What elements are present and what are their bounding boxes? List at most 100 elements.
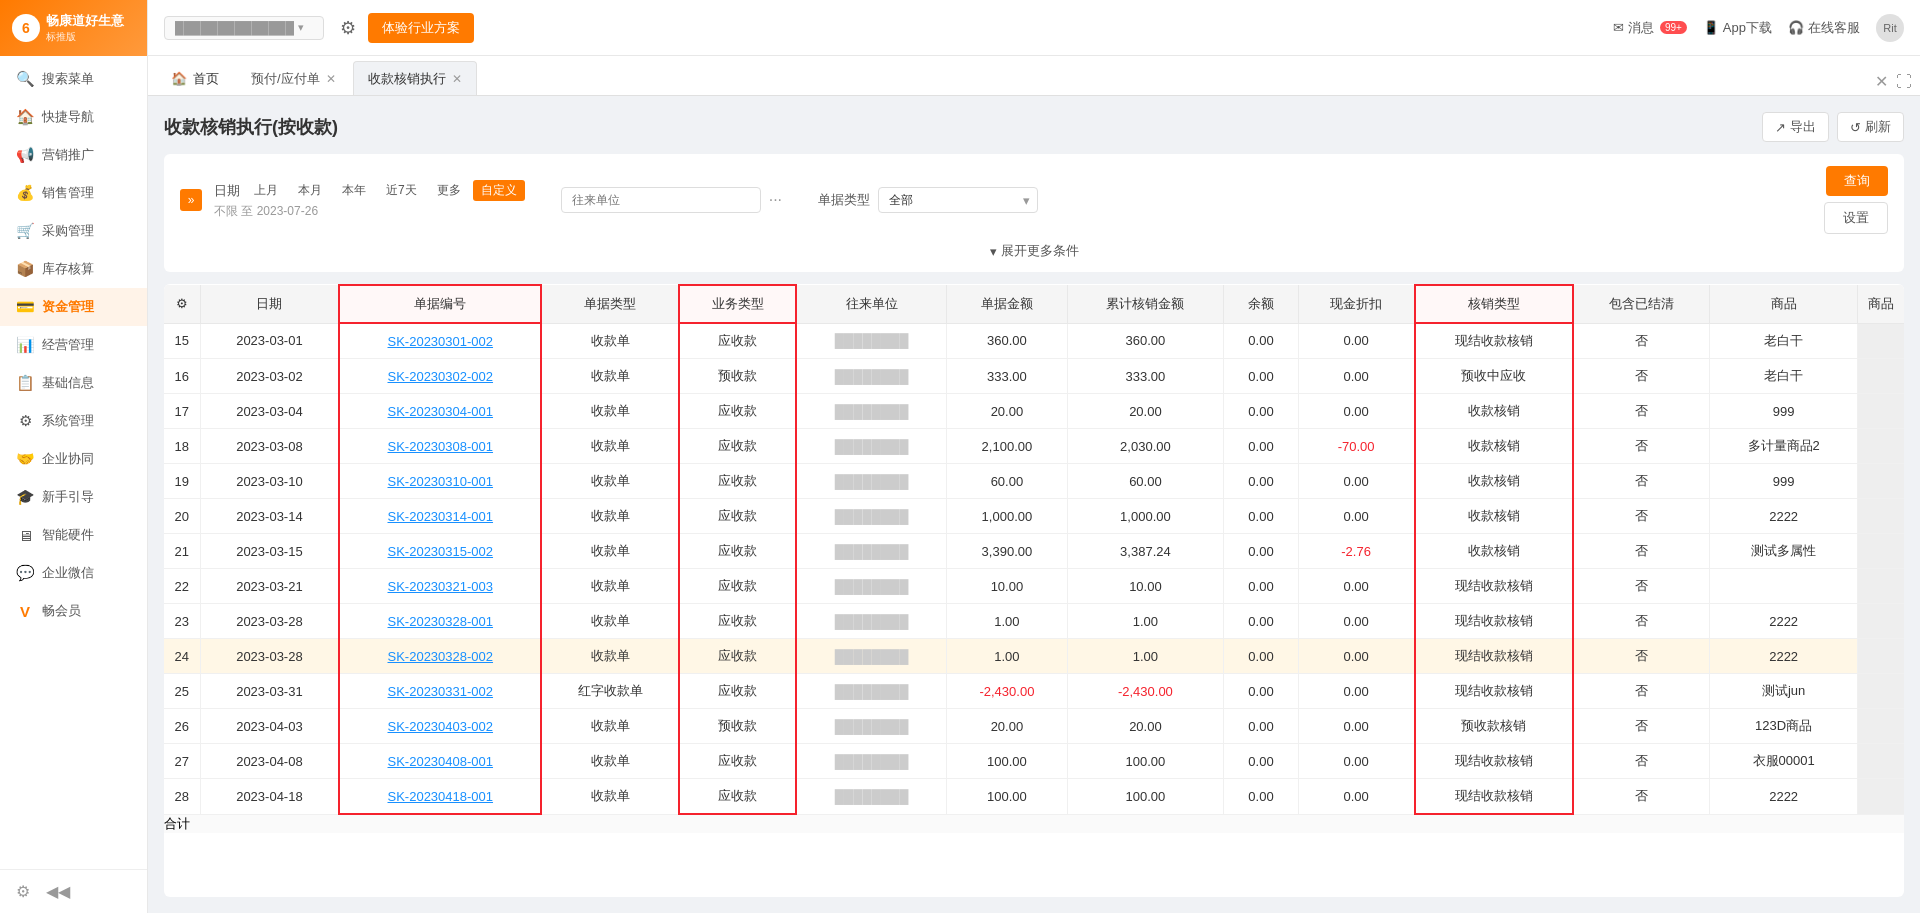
app-download-button[interactable]: 📱 App下载 — [1703, 19, 1772, 37]
cell-discount: 0.00 — [1298, 569, 1414, 604]
online-service-button[interactable]: 🎧 在线客服 — [1788, 19, 1860, 37]
sidebar-item-search[interactable]: 🔍 搜索菜单 — [0, 60, 147, 98]
cell-product2 — [1858, 323, 1905, 359]
table-row: 17 2023-03-04 SK-20230304-001 收款单 应收款 ██… — [164, 394, 1904, 429]
col-product2-header[interactable]: 商品 — [1858, 285, 1905, 323]
this-month-btn[interactable]: 本月 — [290, 180, 330, 201]
docno-link[interactable]: SK-20230315-002 — [388, 544, 494, 559]
collapse-icon[interactable]: ◀◀ — [46, 882, 70, 901]
sidebar-item-member[interactable]: V 畅会员 — [0, 592, 147, 630]
sidebar-item-purchase[interactable]: 🛒 采购管理 — [0, 212, 147, 250]
docno-link[interactable]: SK-20230308-001 — [388, 439, 494, 454]
user-avatar[interactable]: Rit — [1876, 14, 1904, 42]
col-doctype-header[interactable]: 单据类型 — [541, 285, 679, 323]
cell-product2 — [1858, 674, 1905, 709]
cell-docno: SK-20230328-001 — [339, 604, 541, 639]
custom-date-btn[interactable]: 自定义 — [473, 180, 525, 201]
sidebar-item-basic[interactable]: 📋 基础信息 — [0, 364, 147, 402]
docno-link[interactable]: SK-20230301-002 — [388, 334, 494, 349]
message-icon: ✉ — [1613, 20, 1624, 35]
col-settings-header[interactable]: ⚙ — [164, 285, 200, 323]
col-cleared-header[interactable]: 包含已结清 — [1573, 285, 1710, 323]
col-partner-header[interactable]: 往来单位 — [796, 285, 947, 323]
setting-button[interactable]: 设置 — [1824, 202, 1888, 234]
last-7days-btn[interactable]: 近7天 — [378, 180, 425, 201]
cell-amount: 100.00 — [947, 779, 1067, 815]
col-discount-header[interactable]: 现金折扣 — [1298, 285, 1414, 323]
table-row: 20 2023-03-14 SK-20230314-001 收款单 应收款 ██… — [164, 499, 1904, 534]
docno-link[interactable]: SK-20230328-001 — [388, 614, 494, 629]
tab-close-writeoff[interactable]: ✕ — [452, 73, 462, 85]
system-icon: ⚙ — [16, 412, 34, 430]
col-writeofftype-header[interactable]: 核销类型 — [1415, 285, 1573, 323]
messages-button[interactable]: ✉ 消息 99+ — [1613, 19, 1687, 37]
col-balance-header[interactable]: 余额 — [1224, 285, 1298, 323]
cell-docno: SK-20230328-002 — [339, 639, 541, 674]
docno-link[interactable]: SK-20230314-001 — [388, 509, 494, 524]
filter-toggle-button[interactable]: » — [180, 189, 202, 211]
sidebar-item-sales[interactable]: 💰 销售管理 — [0, 174, 147, 212]
sidebar-item-quicknav[interactable]: 🏠 快捷导航 — [0, 98, 147, 136]
docno-link[interactable]: SK-20230321-003 — [388, 579, 494, 594]
col-biztype-header[interactable]: 业务类型 — [679, 285, 796, 323]
docno-link[interactable]: SK-20230331-002 — [388, 684, 494, 699]
tab-prepay[interactable]: 预付/应付单 ✕ — [236, 61, 351, 95]
guide-icon: 🎓 — [16, 488, 34, 506]
cell-product1: 多计量商品2 — [1710, 429, 1858, 464]
sidebar-item-system[interactable]: ⚙ 系统管理 — [0, 402, 147, 440]
sidebar-item-guide[interactable]: 🎓 新手引导 — [0, 478, 147, 516]
doc-type-select[interactable]: 全部 收款单 — [878, 187, 1038, 213]
expand-more-button[interactable]: ▾ 展开更多条件 — [990, 242, 1079, 260]
docno-link[interactable]: SK-20230418-001 — [388, 789, 494, 804]
more-date-btn[interactable]: 更多 — [429, 180, 469, 201]
cell-doctype: 收款单 — [541, 499, 679, 534]
docno-link[interactable]: SK-20230408-001 — [388, 754, 494, 769]
date-filter: 日期 上月 本月 本年 近7天 更多 自定义 不限 至 2023-07-26 — [214, 180, 525, 220]
last-month-btn[interactable]: 上月 — [246, 180, 286, 201]
cell-product1: 老白干 — [1710, 323, 1858, 359]
cell-cleared: 否 — [1573, 359, 1710, 394]
settings-icon[interactable]: ⚙ — [340, 17, 356, 39]
sidebar-item-hardware[interactable]: 🖥 智能硬件 — [0, 516, 147, 554]
export-button[interactable]: ↗ 导出 — [1762, 112, 1829, 142]
settings-footer-icon[interactable]: ⚙ — [16, 882, 30, 901]
sidebar-item-business[interactable]: 📊 经营管理 — [0, 326, 147, 364]
docno-link[interactable]: SK-20230328-002 — [388, 649, 494, 664]
solution-button[interactable]: 体验行业方案 — [368, 13, 474, 43]
this-year-btn[interactable]: 本年 — [334, 180, 374, 201]
sidebar-item-marketing[interactable]: 📢 营销推广 — [0, 136, 147, 174]
cell-product2 — [1858, 779, 1905, 815]
cell-product2 — [1858, 709, 1905, 744]
col-date-header[interactable]: 日期 — [200, 285, 339, 323]
close-tab-icon[interactable]: ✕ — [1875, 72, 1888, 91]
sidebar-item-finance[interactable]: 💳 资金管理 — [0, 288, 147, 326]
tab-close-prepay[interactable]: ✕ — [326, 73, 336, 85]
col-amount-header[interactable]: 单据金额 — [947, 285, 1067, 323]
col-writeoff-header[interactable]: 累计核销金额 — [1067, 285, 1224, 323]
sidebar-item-inventory[interactable]: 📦 库存核算 — [0, 250, 147, 288]
docno-link[interactable]: SK-20230403-002 — [388, 719, 494, 734]
sidebar-item-wechat[interactable]: 💬 企业微信 — [0, 554, 147, 592]
maximize-icon[interactable]: ⛶ — [1896, 73, 1912, 91]
tab-home[interactable]: 🏠 首页 — [156, 61, 234, 95]
partner-input[interactable] — [561, 187, 761, 213]
tab-writeoff[interactable]: 收款核销执行 ✕ — [353, 61, 477, 95]
table-row: 15 2023-03-01 SK-20230301-002 收款单 应收款 ██… — [164, 323, 1904, 359]
cell-product1: 999 — [1710, 394, 1858, 429]
table-row: 26 2023-04-03 SK-20230403-002 收款单 预收款 ██… — [164, 709, 1904, 744]
expand-more-row: ▾ 展开更多条件 — [180, 242, 1888, 260]
refresh-button[interactable]: ↺ 刷新 — [1837, 112, 1904, 142]
cell-no: 15 — [164, 323, 200, 359]
cell-doctype: 收款单 — [541, 394, 679, 429]
store-selector[interactable]: ██████████████ ▾ — [164, 16, 324, 40]
sidebar-item-corp[interactable]: 🤝 企业协同 — [0, 440, 147, 478]
col-docno-header[interactable]: 单据编号 — [339, 285, 541, 323]
cell-partner: ████████ — [796, 674, 947, 709]
docno-link[interactable]: SK-20230304-001 — [388, 404, 494, 419]
cell-writeoff: 20.00 — [1067, 394, 1224, 429]
docno-link[interactable]: SK-20230302-002 — [388, 369, 494, 384]
col-product1-header[interactable]: 商品 — [1710, 285, 1858, 323]
docno-link[interactable]: SK-20230310-001 — [388, 474, 494, 489]
cell-date: 2023-03-04 — [200, 394, 339, 429]
query-button[interactable]: 查询 — [1826, 166, 1888, 196]
